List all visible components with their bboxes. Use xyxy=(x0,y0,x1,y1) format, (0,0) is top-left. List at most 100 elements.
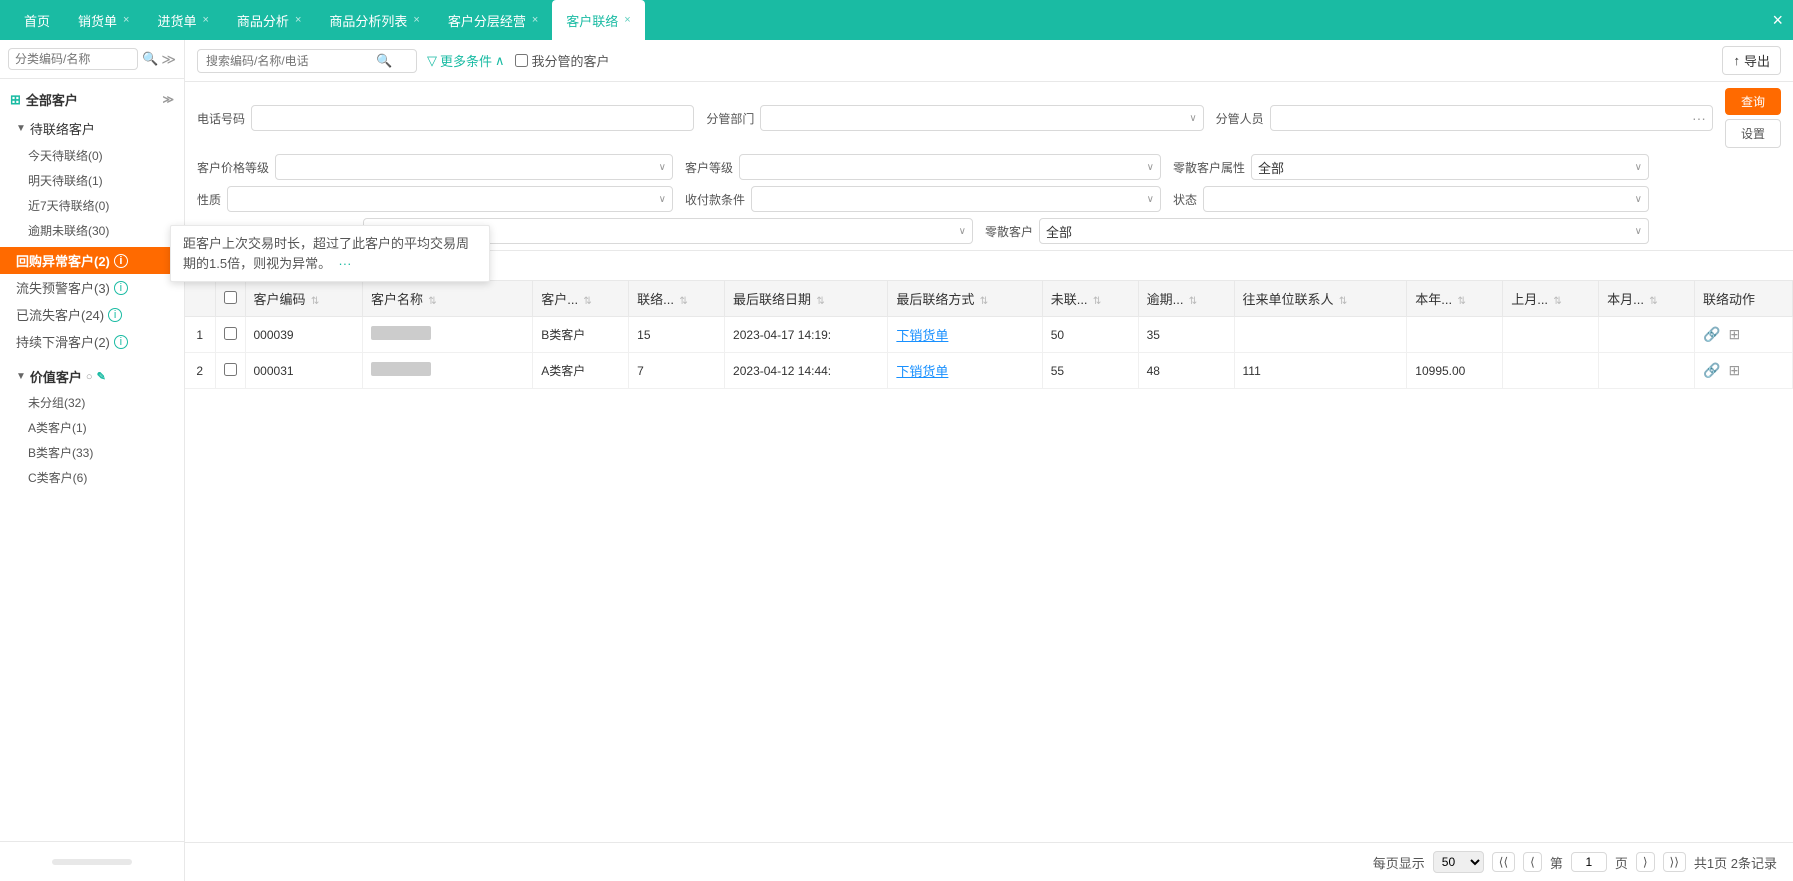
grid-action-icon[interactable]: ⊞ xyxy=(1728,362,1740,379)
sidebar-item-declining[interactable]: 持续下滑客户(2) i xyxy=(0,328,184,355)
chevron-down-icon: ∨ xyxy=(1189,113,1196,124)
row-type: A类客户 xyxy=(533,353,629,389)
bottom-bar: 每页显示 50 20 100 ⟨⟨ ⟨ 第 页 ⟩ ⟩⟩ 共1页 2条记录 xyxy=(185,842,1793,881)
filter-person: 分管人员 ··· xyxy=(1216,105,1713,131)
more-conditions-button[interactable]: ▽ 更多条件 ∧ xyxy=(427,51,505,70)
sort-icon[interactable]: ⇅ xyxy=(311,296,319,307)
link-icon[interactable]: 🔗 xyxy=(1703,362,1720,379)
sidebar-all-customers[interactable]: ⊞ 全部客户 ≫ xyxy=(0,85,184,114)
close-icon[interactable]: × xyxy=(413,14,419,26)
row-name xyxy=(362,353,532,389)
close-all-tabs-button[interactable]: × xyxy=(1772,10,1783,31)
sidebar-item-b-class[interactable]: B类客户(33) xyxy=(0,440,184,465)
close-icon[interactable]: × xyxy=(202,14,208,26)
sidebar-item-week[interactable]: 近7天待联络(0) xyxy=(0,193,184,218)
sort-icon[interactable]: ⇅ xyxy=(1093,296,1101,307)
select-all-checkbox[interactable] xyxy=(224,291,237,304)
person-input[interactable]: ··· xyxy=(1270,105,1713,131)
my-customers-checkbox[interactable]: 我分管的客户 xyxy=(515,51,610,70)
close-icon[interactable]: × xyxy=(295,14,301,26)
row-checkbox[interactable] xyxy=(215,353,245,389)
sidebar-item-today[interactable]: 今天待联络(0) xyxy=(0,143,184,168)
query-button[interactable]: 查询 xyxy=(1725,88,1781,115)
nav-item-home[interactable]: 首页 xyxy=(10,0,64,40)
sort-icon[interactable]: ⇅ xyxy=(980,296,988,307)
row-checkbox[interactable] xyxy=(215,317,245,353)
col-contact-count: 联络... ⇅ xyxy=(629,281,725,317)
col-last-month: 上月... ⇅ xyxy=(1503,281,1599,317)
close-icon[interactable]: × xyxy=(624,14,630,26)
sort-icon[interactable]: ⇅ xyxy=(1457,296,1465,307)
sidebar-item-repurchase-abnormal[interactable]: 回购异常客户(2) i xyxy=(0,247,184,274)
info-icon: i xyxy=(114,335,128,349)
sidebar-item-tomorrow[interactable]: 明天待联络(1) xyxy=(0,168,184,193)
retail-customer-select[interactable]: 全部 ∨ xyxy=(1039,218,1649,244)
payment-select[interactable]: ∨ xyxy=(751,186,1161,212)
retail-attr-select[interactable]: 全部 ∨ xyxy=(1251,154,1649,180)
sort-icon[interactable]: ⇅ xyxy=(583,296,591,307)
page-number-input[interactable] xyxy=(1571,852,1607,872)
grid-action-icon[interactable]: ⊞ xyxy=(1728,326,1740,343)
nav-item-customer-contact[interactable]: 客户联络 × xyxy=(552,0,644,40)
my-customers-check[interactable] xyxy=(515,54,528,67)
sidebar-item-c-class[interactable]: C类客户(6) xyxy=(0,465,184,490)
sort-icon[interactable]: ⇅ xyxy=(1189,296,1197,307)
sidebar-collapse-icon[interactable]: ≫ xyxy=(161,51,176,68)
sort-icon[interactable]: ⇅ xyxy=(428,296,436,307)
sidebar-item-ungroup[interactable]: 未分组(32) xyxy=(0,390,184,415)
price-grade-select[interactable]: ∨ xyxy=(275,154,673,180)
nav-item-customer-tier[interactable]: 客户分层经营 × xyxy=(434,0,552,40)
export-button[interactable]: ↑ 导出 xyxy=(1722,46,1781,75)
row-last-method[interactable]: 下销货单 xyxy=(888,317,1042,353)
dots-indicator: ··· xyxy=(338,256,351,271)
nature-select[interactable]: ∨ xyxy=(227,186,673,212)
sidebar-item-a-class[interactable]: A类客户(1) xyxy=(0,415,184,440)
link-icon[interactable]: 🔗 xyxy=(1703,326,1720,343)
department-select[interactable]: ∨ xyxy=(760,105,1203,131)
edit-icon[interactable]: ✎ xyxy=(97,370,106,383)
filter-customer-grade: 客户等级 ∨ xyxy=(685,154,1161,180)
customer-grade-select[interactable]: ∨ xyxy=(739,154,1161,180)
next-page-button[interactable]: ⟩ xyxy=(1636,852,1655,872)
prev-page-button[interactable]: ⟨ xyxy=(1523,852,1542,872)
sidebar-group-value-customer[interactable]: ▼ 价值客户 ○ ✎ xyxy=(0,363,184,390)
close-icon[interactable]: × xyxy=(532,14,538,26)
nav-item-analysis[interactable]: 商品分析 × xyxy=(223,0,315,40)
sort-icon[interactable]: ⇅ xyxy=(816,296,824,307)
col-this-year: 本年... ⇅ xyxy=(1407,281,1503,317)
filter-retail-customer: 零散客户 全部 ∨ xyxy=(985,218,1649,244)
sort-icon[interactable]: ⇅ xyxy=(679,296,687,307)
nav-item-sales[interactable]: 销货单 × xyxy=(64,0,143,40)
sort-icon[interactable]: ⇅ xyxy=(1339,296,1347,307)
sidebar-group-pending-contact[interactable]: ▼ 待联络客户 xyxy=(0,114,184,143)
sidebar-item-overdue[interactable]: 逾期未联络(30) xyxy=(0,218,184,243)
search-input[interactable] xyxy=(206,54,376,68)
filter-price-grade: 客户价格等级 ∨ xyxy=(197,154,673,180)
row-contacts xyxy=(1234,317,1407,353)
sidebar: 🔍 ≫ ⊞ 全部客户 ≫ ▼ 待联络客户 今天待联络(0) 明天待联络(1) 近… xyxy=(0,40,185,881)
circle-icon: ○ xyxy=(86,371,93,383)
nav-item-purchase[interactable]: 进货单 × xyxy=(143,0,222,40)
row-last-method[interactable]: 下销货单 xyxy=(888,353,1042,389)
sidebar-item-churned[interactable]: 已流失客户(24) i xyxy=(0,301,184,328)
row-last-month xyxy=(1503,317,1599,353)
sidebar-item-churn-warning[interactable]: 流失预警客户(3) i xyxy=(0,274,184,301)
phone-input[interactable] xyxy=(251,105,694,131)
settings-button[interactable]: 设置 xyxy=(1725,119,1781,148)
total-records: 共1页 2条记录 xyxy=(1694,853,1777,872)
sort-icon[interactable]: ⇅ xyxy=(1649,296,1657,307)
col-customer-type: 客户... ⇅ xyxy=(533,281,629,317)
search-icon[interactable]: 🔍 xyxy=(376,53,392,69)
row-actions: 🔗 ⊞ xyxy=(1695,353,1793,389)
sidebar-search-icon[interactable]: 🔍 xyxy=(142,51,158,67)
row-this-year xyxy=(1407,317,1503,353)
first-page-button[interactable]: ⟨⟨ xyxy=(1492,852,1515,872)
sort-icon[interactable]: ⇅ xyxy=(1553,296,1561,307)
nav-item-analysis-list[interactable]: 商品分析列表 × xyxy=(315,0,433,40)
close-icon[interactable]: × xyxy=(123,14,129,26)
top-nav: 首页 销货单 × 进货单 × 商品分析 × 商品分析列表 × 客户分层经营 × … xyxy=(0,0,1793,40)
page-size-select[interactable]: 50 20 100 xyxy=(1433,851,1484,873)
sidebar-search-input[interactable] xyxy=(8,48,138,70)
status-select[interactable]: ∨ xyxy=(1203,186,1649,212)
last-page-button[interactable]: ⟩⟩ xyxy=(1663,852,1686,872)
